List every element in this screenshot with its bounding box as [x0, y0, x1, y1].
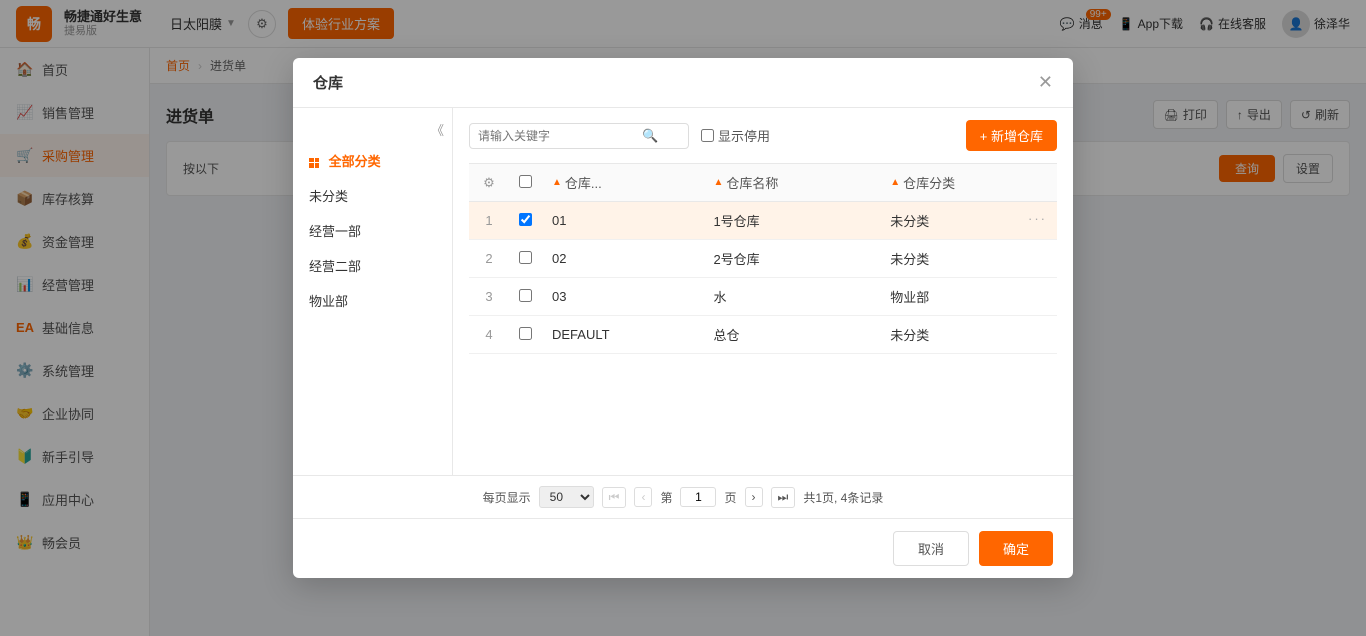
row-category: 物业部: [880, 278, 1057, 316]
category-all[interactable]: 全部分类: [293, 143, 452, 178]
modal-category-sidebar: 《 全部分类 未分类 经营一部 经营二部 物业部: [293, 108, 453, 475]
row-checkbox-cell: [509, 240, 542, 278]
show-disabled-checkbox[interactable]: [701, 129, 714, 142]
row-checkbox[interactable]: [519, 213, 532, 226]
row-name: 水: [703, 278, 880, 316]
cancel-button[interactable]: 取消: [893, 531, 969, 566]
sort-icon: ▲: [713, 177, 723, 188]
table-row[interactable]: 1 01 1号仓库 未分类 ···: [469, 202, 1057, 240]
per-page-label: 每页显示: [483, 489, 531, 506]
row-actions[interactable]: ···: [1028, 211, 1047, 226]
page-label: 第: [660, 489, 672, 506]
warehouse-modal: 仓库 ✕ 《 全部分类 未分类 经营: [293, 58, 1073, 578]
modal-main-area: 🔍 显示停用 + 新增仓库 ⚙: [453, 108, 1073, 475]
row-num: 2: [469, 240, 509, 278]
pagination-total: 共1页, 4条记录: [803, 489, 883, 506]
modal-title: 仓库: [313, 72, 343, 93]
modal-body: 《 全部分类 未分类 经营一部 经营二部 物业部: [293, 108, 1073, 475]
row-code: 01: [542, 202, 703, 240]
modal-toolbar: 🔍 显示停用 + 新增仓库: [469, 120, 1057, 151]
grid-icon: [309, 158, 319, 168]
modal-close-button[interactable]: ✕: [1038, 72, 1053, 93]
row-checkbox-cell: [509, 202, 542, 240]
row-code: DEFAULT: [542, 316, 703, 354]
row-code: 02: [542, 240, 703, 278]
first-page-button[interactable]: ⏮: [602, 487, 627, 508]
table-row[interactable]: 3 03 水 物业部: [469, 278, 1057, 316]
row-checkbox[interactable]: [519, 289, 532, 302]
search-icon: 🔍: [642, 128, 658, 144]
prev-page-button[interactable]: ‹: [634, 487, 652, 507]
modal-pagination: 每页显示 50 100 200 ⏮ ‹ 第 页 › ⏭ 共1页, 4条记录: [293, 475, 1073, 518]
row-checkbox[interactable]: [519, 327, 532, 340]
row-name: 总仓: [703, 316, 880, 354]
confirm-button[interactable]: 确定: [979, 531, 1053, 566]
table-row[interactable]: 2 02 2号仓库 未分类: [469, 240, 1057, 278]
row-num: 3: [469, 278, 509, 316]
collapse-sidebar-button[interactable]: 《: [293, 116, 452, 143]
show-disabled-label: 显示停用: [701, 126, 770, 145]
chevron-left-icon: 《: [431, 120, 444, 139]
sort-icon: ▲: [552, 177, 562, 188]
warehouse-table: ⚙ ▲ 仓库... ▲ 仓库名称: [469, 163, 1057, 354]
category-property[interactable]: 物业部: [293, 283, 452, 318]
col-settings: ⚙: [469, 164, 509, 202]
table-row[interactable]: 4 DEFAULT 总仓 未分类: [469, 316, 1057, 354]
col-category-header: ▲ 仓库分类: [880, 164, 1057, 202]
last-page-button[interactable]: ⏭: [771, 487, 796, 508]
page-suffix-label: 页: [724, 489, 736, 506]
next-page-button[interactable]: ›: [745, 487, 763, 507]
modal-header: 仓库 ✕: [293, 58, 1073, 108]
col-name-header: ▲ 仓库名称: [703, 164, 880, 202]
row-checkbox-cell: [509, 316, 542, 354]
col-checkbox: [509, 164, 542, 202]
row-num: 4: [469, 316, 509, 354]
select-all-checkbox[interactable]: [519, 175, 532, 188]
page-number-input[interactable]: [680, 487, 716, 507]
search-box: 🔍: [469, 123, 689, 149]
row-checkbox-cell: [509, 278, 542, 316]
category-unclassified[interactable]: 未分类: [293, 178, 452, 213]
search-input[interactable]: [478, 129, 638, 143]
modal-footer: 取消 确定: [293, 518, 1073, 578]
row-num: 1: [469, 202, 509, 240]
per-page-select[interactable]: 50 100 200: [539, 486, 594, 508]
modal-overlay: 仓库 ✕ 《 全部分类 未分类 经营: [0, 0, 1366, 636]
row-category: 未分类: [880, 240, 1057, 278]
row-category: 未分类 ···: [880, 202, 1057, 240]
col-code-header: ▲ 仓库...: [542, 164, 703, 202]
category-ops1[interactable]: 经营一部: [293, 213, 452, 248]
row-name: 2号仓库: [703, 240, 880, 278]
row-name: 1号仓库: [703, 202, 880, 240]
row-category: 未分类: [880, 316, 1057, 354]
add-warehouse-button[interactable]: + 新增仓库: [966, 120, 1057, 151]
category-ops2[interactable]: 经营二部: [293, 248, 452, 283]
row-code: 03: [542, 278, 703, 316]
sort-icon: ▲: [890, 177, 900, 188]
row-checkbox[interactable]: [519, 251, 532, 264]
